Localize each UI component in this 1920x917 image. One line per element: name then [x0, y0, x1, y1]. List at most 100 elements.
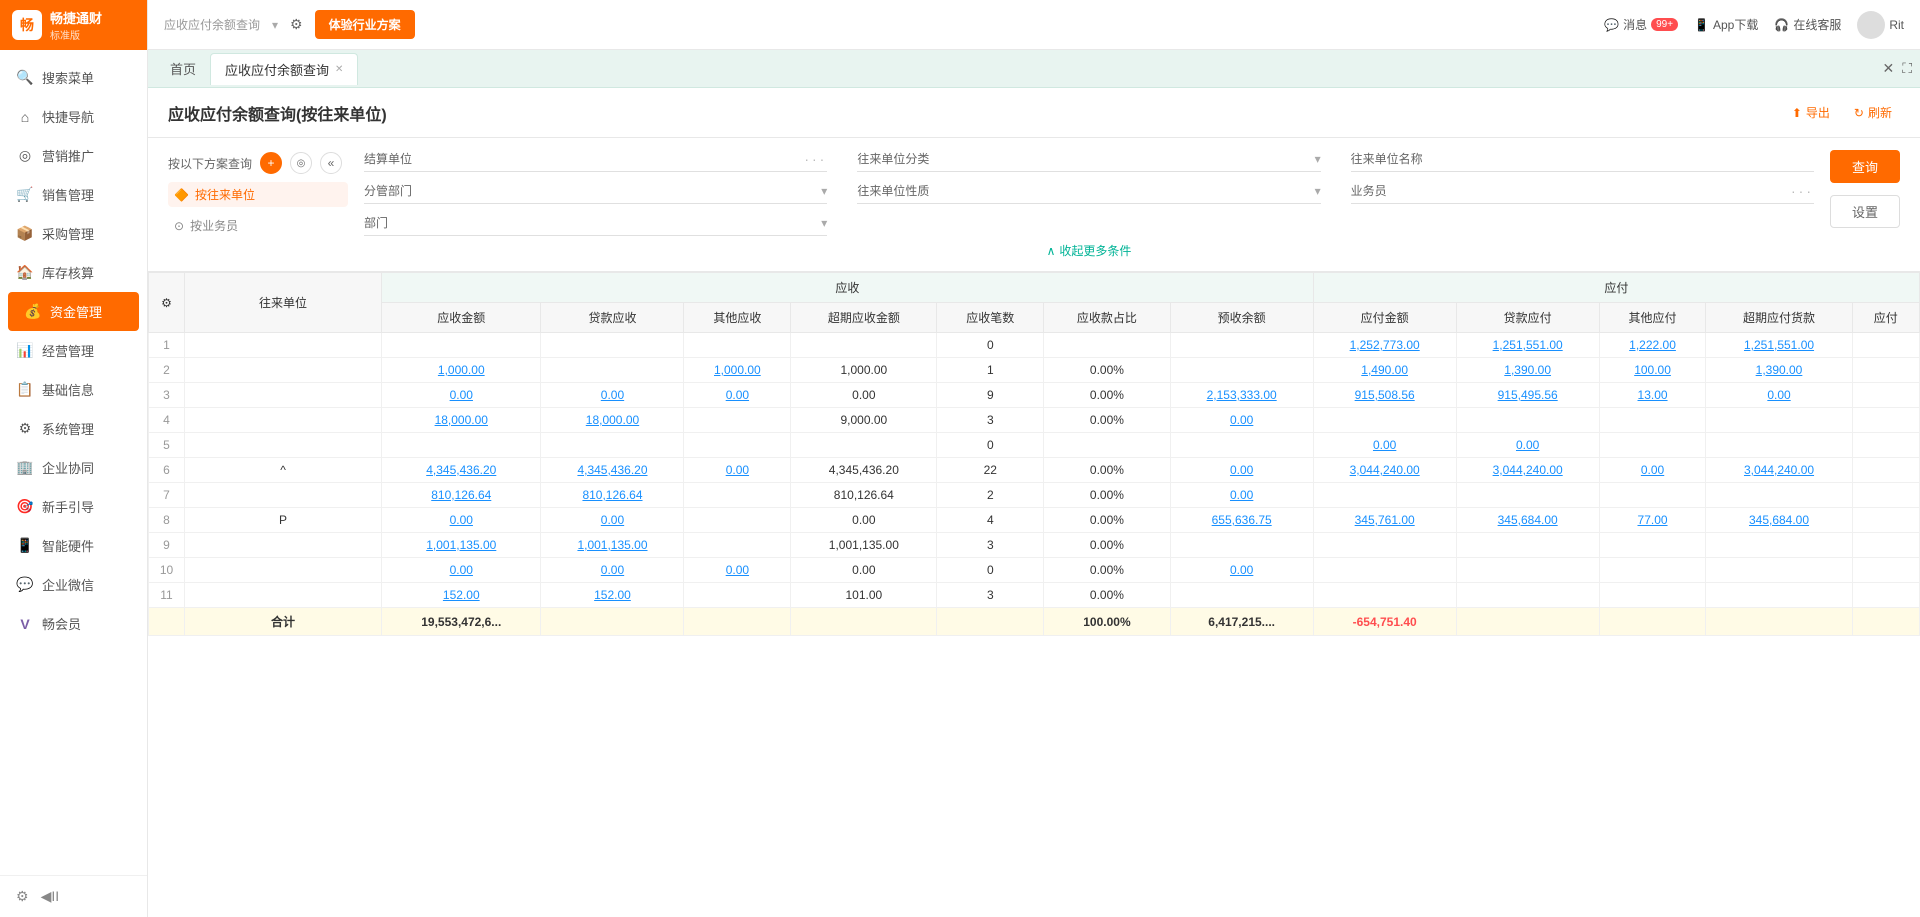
table-cell[interactable]: 1,001,135.00 — [382, 533, 541, 558]
collapse-sidebar-icon[interactable]: ◀II — [41, 888, 60, 905]
table-cell[interactable]: 0.00 — [1170, 483, 1313, 508]
target-scheme-btn[interactable]: ◎ — [290, 152, 312, 174]
data-table-container[interactable]: ⚙ 往来单位 应收 应付 应收金额 贷款应收 其他应收 超期应收金额 应收笔数 … — [148, 272, 1920, 917]
tab-home[interactable]: 首页 — [156, 53, 210, 85]
section-input[interactable]: ▾ — [424, 216, 827, 230]
table-cell[interactable]: 0.00 — [1706, 383, 1852, 408]
settings-button[interactable]: 设置 — [1830, 195, 1900, 228]
table-cell[interactable]: 915,508.56 — [1313, 383, 1456, 408]
query-button[interactable]: 查询 — [1830, 150, 1900, 183]
sidebar-item-member[interactable]: V 畅会员 — [0, 604, 147, 643]
table-cell[interactable]: 345,684.00 — [1706, 508, 1852, 533]
table-cell[interactable]: 345,684.00 — [1456, 508, 1599, 533]
table-cell[interactable]: 1,222.00 — [1599, 333, 1706, 358]
table-cell[interactable]: 0.00 — [541, 508, 684, 533]
sidebar-item-purchase[interactable]: 📦 采购管理 — [0, 214, 147, 253]
table-cell[interactable]: 3,044,240.00 — [1456, 458, 1599, 483]
table-cell[interactable]: 100.00 — [1599, 358, 1706, 383]
tab-close-icon[interactable]: ✕ — [335, 64, 343, 75]
table-cell[interactable]: 0.00 — [1456, 433, 1599, 458]
dept-input[interactable]: ▾ — [424, 184, 827, 198]
table-cell[interactable]: 915,495.56 — [1456, 383, 1599, 408]
sidebar-item-enterprise[interactable]: 🏢 企业协同 — [0, 448, 147, 487]
sidebar-item-basic-info[interactable]: 📋 基础信息 — [0, 370, 147, 409]
table-cell[interactable]: 0.00 — [1599, 458, 1706, 483]
table-cell[interactable]: 0.00 — [382, 508, 541, 533]
add-scheme-btn[interactable]: + — [260, 152, 282, 174]
table-cell[interactable]: 0.00 — [684, 458, 791, 483]
table-cell[interactable]: 0.00 — [1170, 408, 1313, 433]
table-cell[interactable]: 1,390.00 — [1706, 358, 1852, 383]
table-cell[interactable]: 152.00 — [382, 583, 541, 608]
table-cell[interactable]: 77.00 — [1599, 508, 1706, 533]
table-cell[interactable]: 0.00 — [382, 383, 541, 408]
table-cell[interactable]: 655,636.75 — [1170, 508, 1313, 533]
table-cell[interactable]: 0.00 — [1170, 558, 1313, 583]
table-cell: 10 — [149, 558, 185, 583]
table-cell[interactable]: 1,251,551.00 — [1456, 333, 1599, 358]
table-cell[interactable]: 1,001,135.00 — [541, 533, 684, 558]
company-type-input[interactable]: ▾ — [932, 152, 1320, 166]
table-cell[interactable]: 345,761.00 — [1313, 508, 1456, 533]
table-cell[interactable]: 152.00 — [541, 583, 684, 608]
table-cell[interactable]: 0.00 — [684, 558, 791, 583]
settings-footer-icon[interactable]: ⚙ — [16, 888, 29, 905]
total-cell — [541, 608, 684, 636]
header-gear-icon[interactable]: ⚙ — [290, 16, 303, 33]
table-cell[interactable]: 4,345,436.20 — [541, 458, 684, 483]
export-button[interactable]: ⬆ 导出 — [1784, 100, 1838, 125]
table-cell — [1706, 483, 1852, 508]
total-cell: 19,553,472,6... — [382, 608, 541, 636]
table-cell[interactable]: 0.00 — [541, 383, 684, 408]
refresh-button[interactable]: ↻ 刷新 — [1846, 100, 1900, 125]
table-cell[interactable]: 0.00 — [382, 558, 541, 583]
scheme-item-staff[interactable]: ⊙ 按业务员 — [168, 213, 348, 238]
message-btn[interactable]: 💬 消息 99+ — [1604, 16, 1678, 33]
user-avatar[interactable]: Rit — [1857, 11, 1904, 39]
table-cell[interactable]: 0.00 — [1170, 458, 1313, 483]
sidebar-item-guide[interactable]: 🎯 新手引导 — [0, 487, 147, 526]
table-cell[interactable]: 1,251,551.00 — [1706, 333, 1852, 358]
table-settings-icon[interactable]: ⚙ — [161, 296, 172, 310]
sidebar-item-wechat[interactable]: 💬 企业微信 — [0, 565, 147, 604]
salesman-input[interactable]: ··· — [1421, 183, 1814, 199]
table-cell[interactable]: 1,000.00 — [382, 358, 541, 383]
scheme-item-company[interactable]: 🔶 按往来单位 — [168, 182, 348, 207]
sidebar-item-inventory[interactable]: 🏠 库存核算 — [0, 253, 147, 292]
header-chevron-icon[interactable]: ▾ — [272, 18, 278, 32]
sidebar-item-operations[interactable]: 📊 经营管理 — [0, 331, 147, 370]
table-cell[interactable]: 1,490.00 — [1313, 358, 1456, 383]
sidebar-item-sales[interactable]: 🛒 销售管理 — [0, 175, 147, 214]
table-cell[interactable]: 3,044,240.00 — [1313, 458, 1456, 483]
sidebar-item-search-menu[interactable]: 🔍 搜索菜单 — [0, 58, 147, 97]
tab-expand-icon[interactable]: ⛶ — [1902, 60, 1912, 77]
table-cell[interactable]: 1,000.00 — [684, 358, 791, 383]
table-cell[interactable]: 18,000.00 — [382, 408, 541, 433]
sidebar-item-quick-nav[interactable]: ⌂ 快捷导航 — [0, 97, 147, 136]
sidebar-item-smart-hw[interactable]: 📱 智能硬件 — [0, 526, 147, 565]
table-cell[interactable]: 4,345,436.20 — [382, 458, 541, 483]
service-btn[interactable]: 🎧 在线客服 — [1774, 16, 1841, 33]
table-cell[interactable]: 18,000.00 — [541, 408, 684, 433]
table-cell[interactable]: 0.00 — [541, 558, 684, 583]
collapse-filter-button[interactable]: ∧ 收起更多条件 — [1047, 242, 1132, 259]
table-cell[interactable]: 13.00 — [1599, 383, 1706, 408]
company-nature-input[interactable]: ▾ — [932, 184, 1320, 198]
tab-close-window-icon[interactable]: ✕ — [1882, 60, 1894, 77]
sidebar-item-marketing[interactable]: ◎ 营销推广 — [0, 136, 147, 175]
table-cell[interactable]: 3,044,240.00 — [1706, 458, 1852, 483]
table-cell[interactable]: 0.00 — [1313, 433, 1456, 458]
table-cell[interactable]: 0.00 — [684, 383, 791, 408]
table-cell[interactable]: 1,390.00 — [1456, 358, 1599, 383]
table-cell[interactable]: 2,153,333.00 — [1170, 383, 1313, 408]
settlement-input[interactable]: ··· — [424, 151, 827, 167]
solution-button[interactable]: 体验行业方案 — [315, 10, 415, 39]
table-cell[interactable]: 810,126.64 — [541, 483, 684, 508]
app-download-btn[interactable]: 📱 App下载 — [1694, 16, 1758, 33]
sidebar-item-system[interactable]: ⚙ 系统管理 — [0, 409, 147, 448]
collapse-scheme-btn[interactable]: « — [320, 152, 342, 174]
table-cell[interactable]: 1,252,773.00 — [1313, 333, 1456, 358]
sidebar-item-funds[interactable]: 💰 资金管理 — [8, 292, 139, 331]
table-cell[interactable]: 810,126.64 — [382, 483, 541, 508]
tab-balance-query[interactable]: 应收应付余额查询 ✕ — [210, 53, 358, 85]
